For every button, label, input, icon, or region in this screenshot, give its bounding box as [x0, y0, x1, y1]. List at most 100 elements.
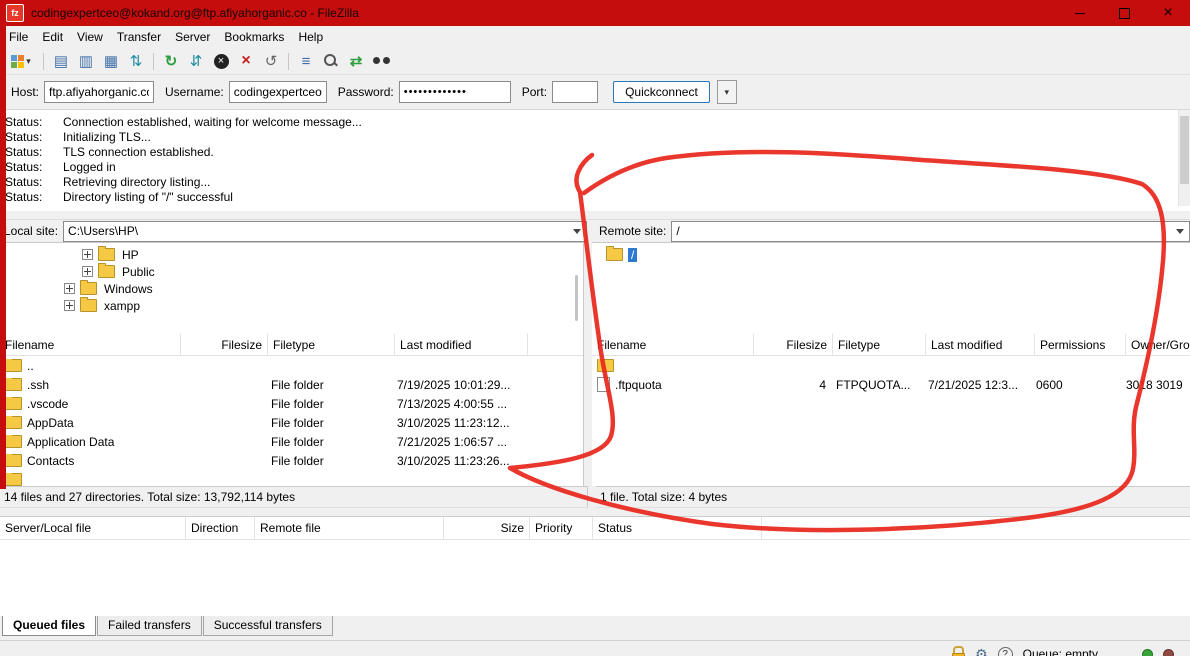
compare-icon[interactable]: [319, 50, 343, 72]
tab-failed-transfers[interactable]: Failed transfers: [97, 616, 202, 636]
column-header-priority[interactable]: Priority: [530, 517, 593, 539]
toggle-queue-icon[interactable]: ⇅: [124, 50, 148, 72]
menu-transfer[interactable]: Transfer: [110, 27, 168, 47]
tree-item-windows[interactable]: Windows: [0, 280, 583, 297]
menu-bookmarks[interactable]: Bookmarks: [217, 27, 291, 47]
tab-queued-files[interactable]: Queued files: [2, 616, 97, 636]
message-log: Status: Connection established, waiting f…: [0, 110, 1190, 211]
site-bars: Local site: C:\Users\HP\ Remote site: /: [0, 219, 1190, 242]
menu-server[interactable]: Server: [168, 27, 217, 47]
queue-tabs: Queued files Failed transfers Successful…: [0, 616, 1190, 640]
local-row-contacts[interactable]: Contacts File folder 3/10/2025 11:23:26.…: [0, 451, 583, 470]
expand-icon[interactable]: [64, 300, 75, 311]
panel-divider[interactable]: [584, 242, 592, 334]
column-header-server-local-file[interactable]: Server/Local file: [0, 517, 186, 539]
remote-site-combo[interactable]: /: [671, 220, 1190, 242]
file-type: FTPQUOTA...: [836, 377, 911, 392]
local-row-application-data[interactable]: Application Data File folder 7/21/2025 1…: [0, 432, 583, 451]
column-header-filetype[interactable]: Filetype: [833, 334, 926, 355]
local-tree-scrollbar[interactable]: [575, 275, 578, 321]
local-row-ssh[interactable]: .ssh File folder 7/19/2025 10:01:29...: [0, 375, 583, 394]
host-input[interactable]: [44, 81, 155, 103]
close-button[interactable]: ×: [1146, 0, 1190, 26]
file-owner: 3018 3019: [1126, 377, 1183, 392]
menu-help[interactable]: Help: [291, 27, 330, 47]
tree-item-xampp[interactable]: xampp: [0, 297, 583, 314]
refresh-icon[interactable]: ↻: [159, 50, 183, 72]
remote-row-ftpquota[interactable]: .ftpquota 4 FTPQUOTA... 7/21/2025 12:3..…: [592, 375, 1190, 394]
filezilla-window: fz codingexpertceo@kokand.org@ftp.afiyah…: [0, 0, 1190, 656]
username-input[interactable]: [228, 81, 327, 103]
log-message: TLS connection established.: [63, 145, 214, 159]
log-scrollbar-thumb[interactable]: [1180, 116, 1189, 184]
local-row-parent[interactable]: ..: [0, 356, 583, 375]
menu-file[interactable]: File: [2, 27, 35, 47]
quickconnect-dropdown-button[interactable]: ▾: [716, 80, 737, 104]
splitter[interactable]: [0, 211, 1190, 219]
column-header-filename[interactable]: Filename: [0, 334, 181, 355]
chevron-down-icon: [573, 228, 581, 234]
username-label: Username:: [165, 85, 224, 99]
file-modified: 7/19/2025 10:01:29...: [397, 377, 511, 392]
lock-icon[interactable]: [952, 645, 966, 656]
column-header-direction[interactable]: Direction: [186, 517, 255, 539]
folder-icon: [5, 434, 22, 448]
toggle-remote-tree-icon[interactable]: ▦: [99, 50, 123, 72]
reconnect-icon[interactable]: ↺: [259, 50, 283, 72]
column-header-last-modified[interactable]: Last modified: [926, 334, 1035, 355]
tree-item-public[interactable]: Public: [0, 263, 583, 280]
file-name: ..: [27, 358, 34, 373]
local-rows: .. .ssh File folder 7/19/2025 10:01:29..…: [0, 356, 583, 486]
process-queue-icon[interactable]: ⇵: [184, 50, 208, 72]
gear-icon[interactable]: ⚙: [975, 646, 988, 656]
tab-successful-transfers[interactable]: Successful transfers: [202, 616, 333, 636]
column-header-remote-file[interactable]: Remote file: [255, 517, 444, 539]
password-input[interactable]: [398, 81, 511, 103]
column-header-size[interactable]: Size: [444, 517, 530, 539]
filter-icon[interactable]: ≡: [294, 50, 318, 72]
expand-icon[interactable]: [64, 283, 75, 294]
cancel-icon[interactable]: ×: [209, 50, 233, 72]
local-row-partial[interactable]: [0, 470, 583, 486]
column-header-last-modified[interactable]: Last modified: [395, 334, 528, 355]
column-header-status[interactable]: Status: [593, 517, 762, 539]
sync-browsing-icon[interactable]: ⇄: [344, 50, 368, 72]
column-header-filesize[interactable]: Filesize: [181, 334, 268, 355]
folder-icon: [80, 280, 97, 295]
menu-edit[interactable]: Edit: [35, 27, 70, 47]
column-header-owner-group[interactable]: Owner/Group: [1126, 334, 1190, 355]
close-icon: ×: [1163, 4, 1173, 21]
file-permissions: 0600: [1036, 377, 1063, 392]
column-header-filesize[interactable]: Filesize: [754, 334, 833, 355]
toggle-local-tree-icon[interactable]: ▥: [74, 50, 98, 72]
help-icon[interactable]: ?: [997, 646, 1013, 656]
log-type: Status:: [5, 190, 43, 204]
maximize-button[interactable]: [1102, 0, 1146, 26]
remote-row-folder[interactable]: [592, 356, 1190, 375]
menu-view[interactable]: View: [70, 27, 110, 47]
column-header-permissions[interactable]: Permissions: [1035, 334, 1126, 355]
port-input[interactable]: [552, 81, 599, 103]
expand-icon[interactable]: [82, 249, 93, 260]
expand-icon[interactable]: [82, 266, 93, 277]
tree-item-hp[interactable]: HP: [0, 246, 583, 263]
local-row-vscode[interactable]: .vscode File folder 7/13/2025 4:00:55 ..…: [0, 394, 583, 413]
panel-divider[interactable]: [587, 220, 595, 242]
log-scrollbar[interactable]: [1178, 110, 1190, 206]
site-manager-button[interactable]: ▾: [4, 50, 38, 72]
log-line: Status: Connection established, waiting f…: [0, 115, 1190, 130]
disconnect-icon[interactable]: ×: [234, 50, 258, 72]
panel-divider[interactable]: [584, 334, 592, 486]
splitter[interactable]: [0, 508, 1190, 516]
tree-item-root[interactable]: /: [592, 246, 1190, 263]
column-header-filename[interactable]: Filename: [592, 334, 754, 355]
toolbar-separator: [43, 52, 44, 70]
minimize-button[interactable]: [1058, 0, 1102, 26]
column-header-filetype[interactable]: Filetype: [268, 334, 395, 355]
local-row-appdata[interactable]: AppData File folder 3/10/2025 11:23:12..…: [0, 413, 583, 432]
remote-rows: .ftpquota 4 FTPQUOTA... 7/21/2025 12:3..…: [592, 356, 1190, 486]
toggle-log-icon[interactable]: ▤: [49, 50, 73, 72]
local-site-combo[interactable]: C:\Users\HP\: [63, 220, 587, 242]
find-files-icon[interactable]: [369, 50, 393, 72]
quickconnect-button[interactable]: Quickconnect: [613, 81, 710, 103]
